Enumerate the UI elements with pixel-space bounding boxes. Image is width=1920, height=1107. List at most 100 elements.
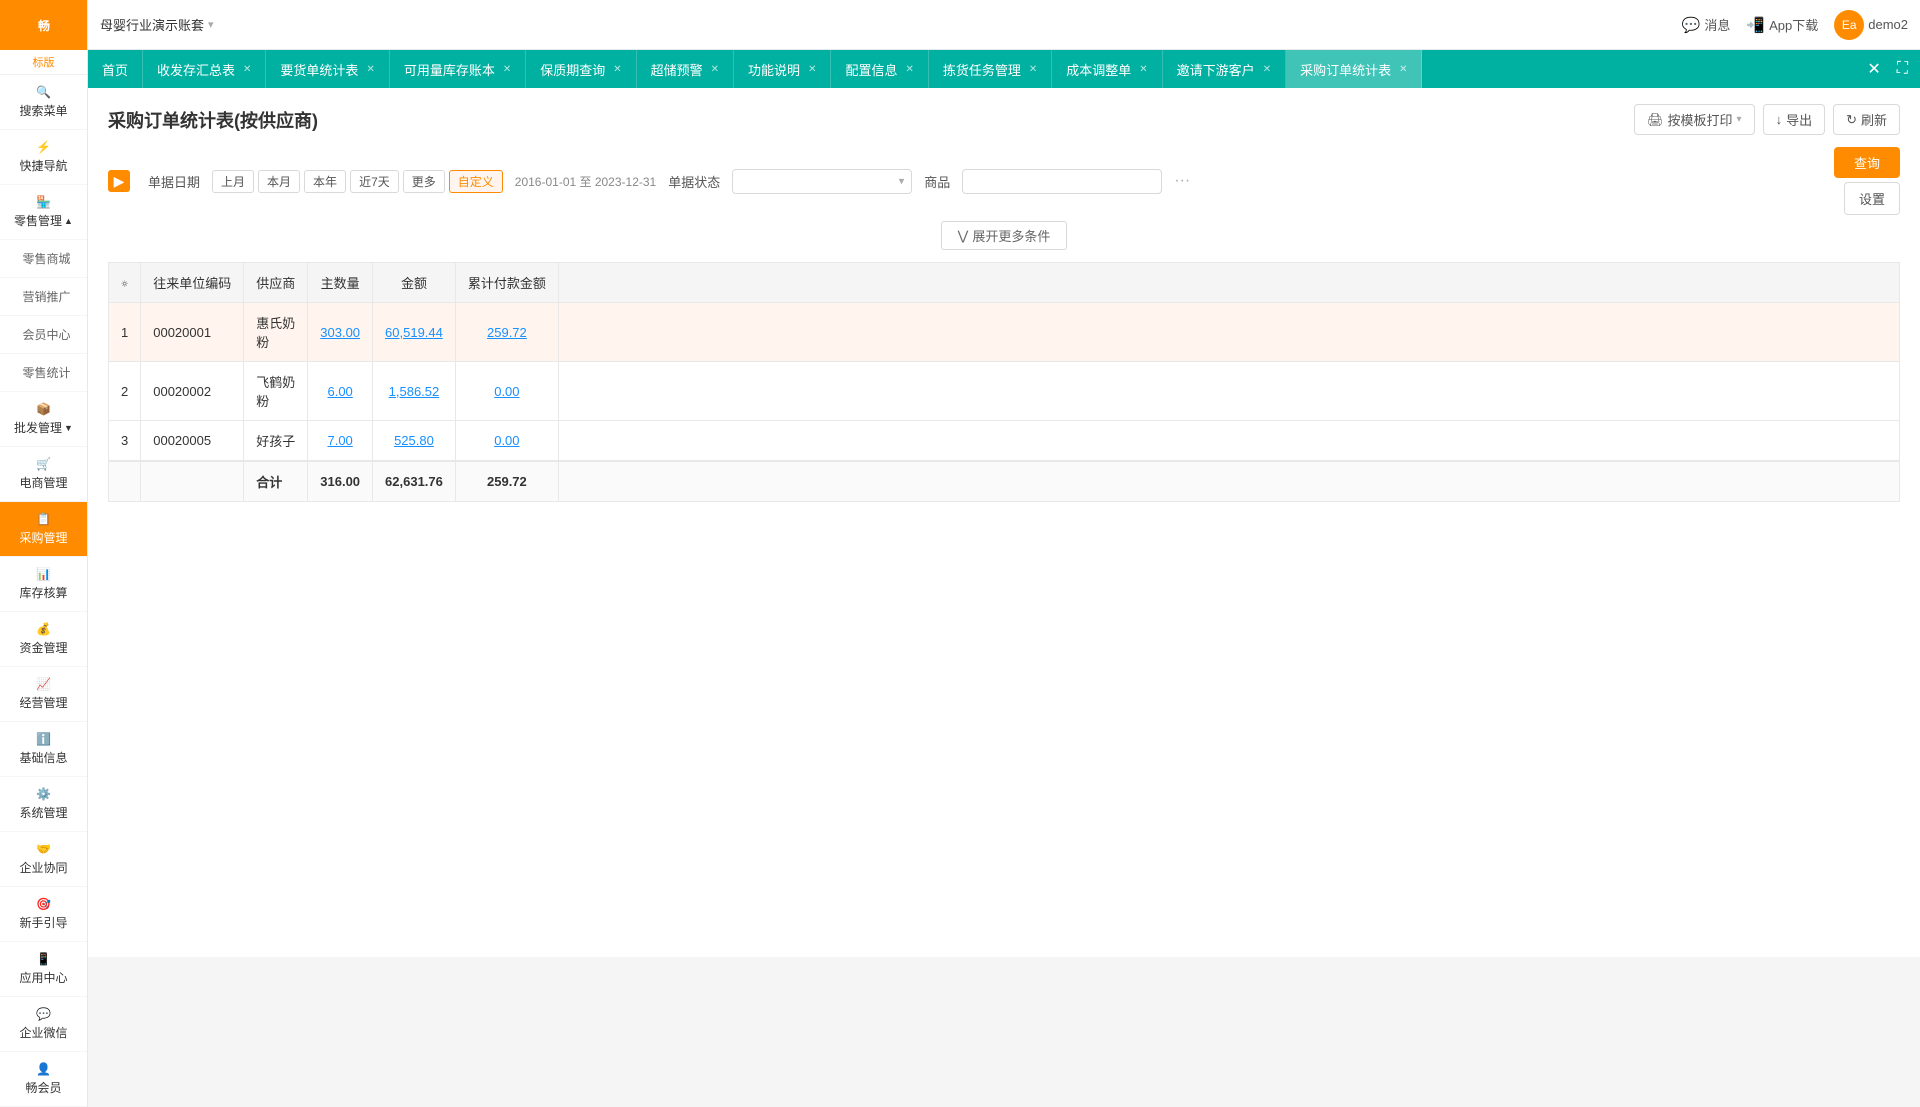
expand-more-button[interactable]: ⋁ 展开更多条件: [941, 221, 1068, 250]
sidebar-item-inventory[interactable]: 📊 库存核算: [0, 557, 87, 612]
sidebar-item-quick-nav[interactable]: ⚡ 快捷导航: [0, 130, 87, 185]
tab-home[interactable]: 首页: [88, 50, 143, 88]
td-quantity[interactable]: 7.00: [308, 421, 373, 462]
amount-link[interactable]: 60,519.44: [385, 325, 443, 340]
shortcut-last-month[interactable]: 上月: [212, 170, 254, 193]
sidebar-item-search[interactable]: 🔍 搜索菜单: [0, 75, 87, 130]
tab-goods-order-stats[interactable]: 要货单统计表 ✕: [266, 50, 389, 88]
th-gear[interactable]: [109, 263, 141, 303]
page-actions: 🖨 按模板打印 ▾ ↓ 导出 ↻ 刷新: [1634, 104, 1900, 135]
sidebar-item-marketing[interactable]: 营销推广: [0, 278, 87, 316]
tab-label: 功能说明: [748, 60, 800, 79]
td-amount[interactable]: 525.80: [373, 421, 456, 462]
table-header-row: 往来单位编码 供应商 主数量 金额 累计付款金额: [109, 263, 1900, 303]
quantity-link[interactable]: 6.00: [327, 384, 352, 399]
tab-usable-inventory[interactable]: 可用量库存账本 ✕: [390, 50, 526, 88]
sidebar-item-ecommerce[interactable]: 🛒 电商管理: [0, 447, 87, 502]
goods-input[interactable]: [962, 169, 1162, 194]
tab-shelf-life-query[interactable]: 保质期查询 ✕: [526, 50, 636, 88]
shortcut-this-year[interactable]: 本年: [304, 170, 346, 193]
tab-close-all-btn[interactable]: ✕: [1863, 55, 1884, 83]
quantity-link[interactable]: 303.00: [320, 325, 360, 340]
tab-close-icon[interactable]: ✕: [711, 64, 719, 75]
tab-close-icon[interactable]: ✕: [366, 64, 374, 75]
date-shortcuts: 上月 本月 本年 近7天 更多 自定义: [212, 170, 503, 193]
sidebar-item-member[interactable]: 会员中心: [0, 316, 87, 354]
td-quantity[interactable]: 6.00: [308, 362, 373, 421]
sidebar-item-sys-mgmt[interactable]: ⚙️ 系统管理: [0, 777, 87, 832]
shortcut-this-month[interactable]: 本月: [258, 170, 300, 193]
tab-close-icon[interactable]: ✕: [808, 64, 816, 75]
td-paid-amount[interactable]: 0.00: [455, 421, 558, 462]
tab-receive-send[interactable]: 收发存汇总表 ✕: [143, 50, 266, 88]
username-label: demo2: [1868, 17, 1908, 32]
chevron-down-icon: ▾: [208, 18, 214, 31]
tab-overstock-warning[interactable]: 超储预警 ✕: [637, 50, 734, 88]
sidebar-item-retail-stats[interactable]: 零售统计: [0, 354, 87, 392]
shortcut-7days[interactable]: 近7天: [350, 170, 399, 193]
sidebar-item-finance[interactable]: 💰 资金管理: [0, 612, 87, 667]
shortcut-custom[interactable]: 自定义: [449, 170, 503, 193]
tab-expand-btn[interactable]: ⛶: [1893, 56, 1912, 82]
paid-amount-link[interactable]: 0.00: [494, 433, 519, 448]
sidebar-item-wechat-work[interactable]: 💬 企业微信: [0, 997, 87, 1052]
tab-close-icon[interactable]: ✕: [1263, 64, 1271, 75]
page-content: 采购订单统计表(按供应商) 🖨 按模板打印 ▾ ↓ 导出 ↻ 刷新: [88, 88, 1920, 1107]
app-download-btn[interactable]: 📲 App下载: [1746, 15, 1818, 34]
refresh-button[interactable]: ↻ 刷新: [1833, 104, 1900, 135]
tab-close-icon[interactable]: ✕: [613, 64, 621, 75]
shortcut-more[interactable]: 更多: [403, 170, 445, 193]
tab-cost-adjust[interactable]: 成本调整单 ✕: [1052, 50, 1162, 88]
sidebar-item-app-center[interactable]: 📱 应用中心: [0, 942, 87, 997]
goods-input-more-icon[interactable]: ···: [1174, 172, 1190, 190]
paid-amount-link[interactable]: 259.72: [487, 325, 527, 340]
quantity-link[interactable]: 7.00: [327, 433, 352, 448]
td-paid-amount[interactable]: 0.00: [455, 362, 558, 421]
tab-label: 配置信息: [845, 60, 897, 79]
status-select[interactable]: [732, 169, 912, 194]
user-btn[interactable]: Ea demo2: [1834, 10, 1908, 40]
sidebar-item-business[interactable]: 📈 经营管理: [0, 667, 87, 722]
tab-close-icon[interactable]: ✕: [1399, 64, 1407, 75]
tab-close-icon[interactable]: ✕: [243, 64, 251, 75]
sidebar-item-basic-info[interactable]: ℹ️ 基础信息: [0, 722, 87, 777]
tab-close-icon[interactable]: ✕: [905, 64, 913, 75]
td-quantity[interactable]: 303.00: [308, 303, 373, 362]
filter-expand-btn[interactable]: ▶: [108, 170, 130, 192]
tab-picking-task[interactable]: 拣货任务管理 ✕: [929, 50, 1052, 88]
amount-link[interactable]: 525.80: [394, 433, 434, 448]
tab-function-desc[interactable]: 功能说明 ✕: [734, 50, 831, 88]
template-print-button[interactable]: 🖨 按模板打印 ▾: [1634, 104, 1755, 135]
td-supplier: 好孩子: [244, 421, 308, 462]
td-amount[interactable]: 1,586.52: [373, 362, 456, 421]
sidebar-item-wholesale[interactable]: 📦 批发管理 ▼: [0, 392, 87, 447]
sidebar-item-new-guide[interactable]: 🎯 新手引导: [0, 887, 87, 942]
sidebar-item-retail-mgmt[interactable]: 🏪 零售管理 ▲: [0, 185, 87, 240]
sidebar-item-enterprise-collab[interactable]: 🤝 企业协同: [0, 832, 87, 887]
paid-amount-link[interactable]: 0.00: [494, 384, 519, 399]
export-button[interactable]: ↓ 导出: [1763, 104, 1826, 135]
message-btn[interactable]: 💬 消息: [1682, 15, 1731, 34]
settings-button[interactable]: 设置: [1844, 182, 1900, 215]
td-paid-amount[interactable]: 259.72: [455, 303, 558, 362]
date-filter-label: 单据日期: [148, 172, 200, 191]
td-empty: [558, 362, 1899, 421]
td-amount[interactable]: 60,519.44: [373, 303, 456, 362]
tab-close-icon[interactable]: ✕: [1139, 64, 1147, 75]
industry-selector[interactable]: 母婴行业演示账套 ▾: [100, 15, 214, 34]
expand-more-label: 展开更多条件: [972, 226, 1050, 245]
message-icon: 💬: [1682, 16, 1701, 34]
app-download-icon: 📲: [1746, 16, 1765, 34]
amount-link[interactable]: 1,586.52: [389, 384, 440, 399]
tab-invite-downstream[interactable]: 邀请下游客户 ✕: [1163, 50, 1286, 88]
sidebar-item-chang-member[interactable]: 👤 畅会员: [0, 1052, 87, 1107]
tab-close-icon[interactable]: ✕: [1029, 64, 1037, 75]
footer-empty-index: [109, 461, 141, 502]
tab-close-icon[interactable]: ✕: [503, 64, 511, 75]
tab-config-info[interactable]: 配置信息 ✕: [831, 50, 928, 88]
query-button[interactable]: 查询: [1834, 147, 1900, 178]
avatar: Ea: [1834, 10, 1864, 40]
sidebar-item-purchase-mgmt[interactable]: 📋 采购管理: [0, 502, 87, 557]
sidebar-item-retail-store[interactable]: 零售商城: [0, 240, 87, 278]
tab-purchase-order-stats[interactable]: 采购订单统计表 ✕: [1286, 50, 1422, 88]
